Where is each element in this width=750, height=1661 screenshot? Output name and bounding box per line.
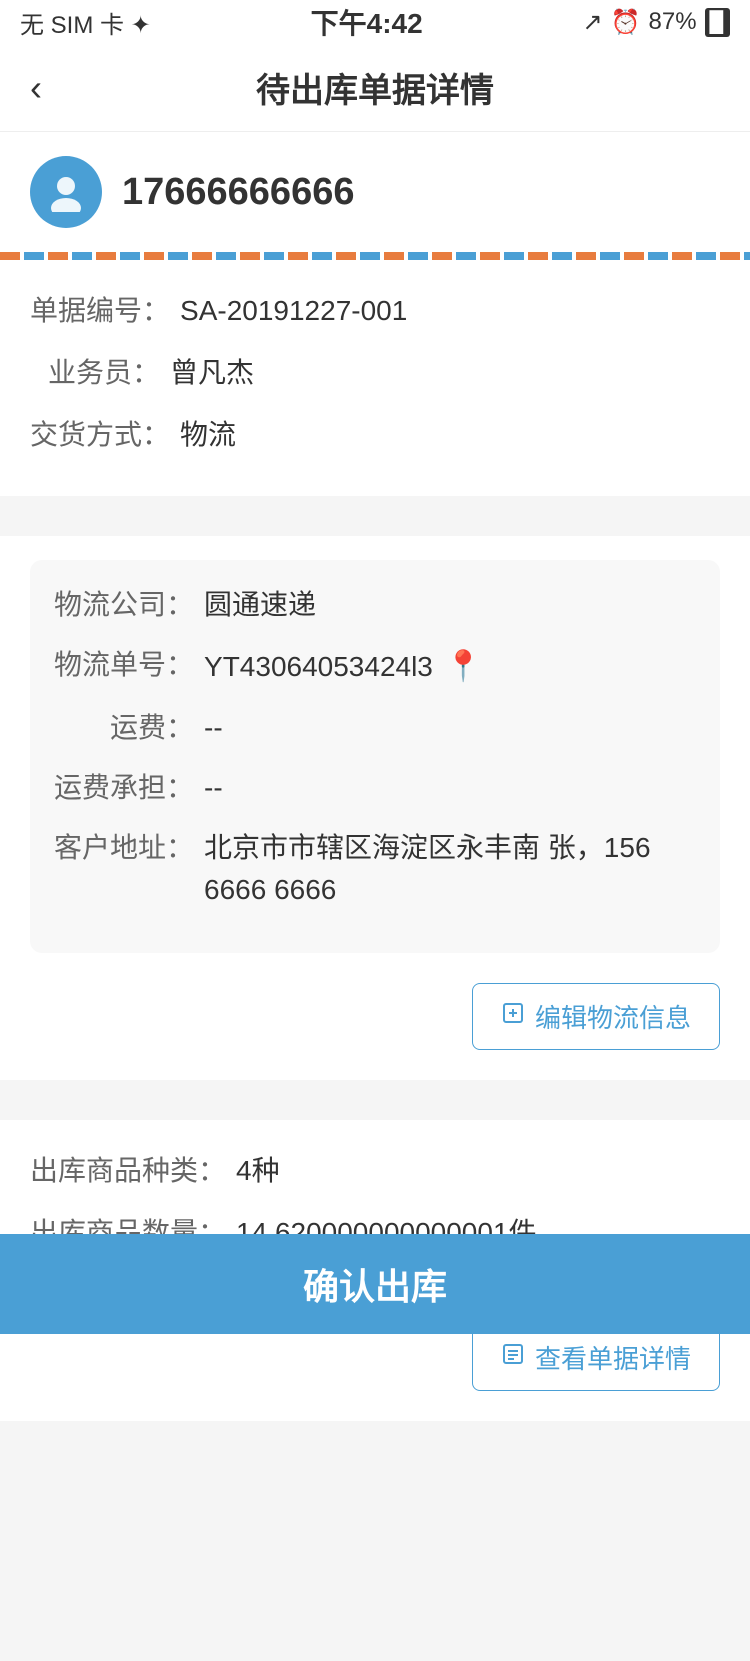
logistics-section: 物流公司： 圆通速递 物流单号： YT43064053424l3 📍 运费： -… — [0, 536, 750, 1080]
freight-value: -- — [194, 707, 696, 749]
tracking-no-value: YT43064053424l3 📍 — [194, 644, 696, 689]
product-type-value: 4种 — [226, 1150, 720, 1192]
edit-logistics-label: 编辑物流信息 — [535, 998, 691, 1035]
gray-divider-2 — [0, 1100, 750, 1120]
confirm-button[interactable]: 确认出库 — [0, 1234, 750, 1334]
product-type-label: 出库商品种类： — [30, 1150, 226, 1192]
nav-bar: ‹ 待出库单据详情 — [0, 44, 750, 132]
sales-person-label: 业务员： — [30, 352, 160, 394]
confirm-label: 确认出库 — [303, 1258, 447, 1310]
map-pin-icon[interactable]: 📍 — [445, 644, 482, 689]
battery-level: 87% — [649, 8, 697, 36]
avatar — [30, 156, 102, 228]
address-value: 北京市市辖区海淀区永丰南 张，156 6666 6666 — [194, 827, 696, 911]
status-right: ↗ ⏰ 87% ▉ — [583, 8, 730, 37]
status-left: 无 SIM 卡 ✦ — [20, 5, 151, 40]
freight-bearer-label: 运费承担： — [54, 767, 194, 809]
sim-status: 无 SIM 卡 ✦ — [20, 5, 151, 40]
logistics-company-label: 物流公司： — [54, 584, 194, 626]
document-no-label: 单据编号： — [30, 290, 170, 332]
document-icon — [501, 1342, 525, 1373]
gray-divider-1 — [0, 516, 750, 536]
customer-header: 17666666666 — [0, 132, 750, 252]
edit-logistics-container: 编辑物流信息 — [0, 973, 750, 1080]
customer-phone: 17666666666 — [122, 171, 354, 214]
freight-bearer-row: 运费承担： -- — [54, 767, 696, 809]
tracking-no-row: 物流单号： YT43064053424l3 📍 — [54, 644, 696, 689]
tracking-no-label: 物流单号： — [54, 644, 194, 686]
view-details-button[interactable]: 查看单据详情 — [472, 1324, 720, 1391]
product-type-row: 出库商品种类： 4种 — [30, 1150, 720, 1192]
status-time: 下午4:42 — [311, 2, 423, 42]
document-no-value: SA-20191227-001 — [170, 290, 720, 332]
delivery-method-value: 物流 — [170, 414, 720, 456]
address-row: 客户地址： 北京市市辖区海淀区永丰南 张，156 6666 6666 — [54, 827, 696, 911]
freight-bearer-value: -- — [194, 767, 696, 809]
battery-icon: ▉ — [705, 8, 730, 37]
edit-icon — [501, 1001, 525, 1032]
spacer — [0, 1441, 750, 1661]
logistics-card: 物流公司： 圆通速递 物流单号： YT43064053424l3 📍 运费： -… — [30, 560, 720, 953]
back-button[interactable]: ‹ — [30, 67, 42, 109]
page-title: 待出库单据详情 — [256, 63, 494, 112]
alarm-icon: ⏰ — [611, 8, 641, 37]
address-label: 客户地址： — [54, 827, 194, 869]
dashed-separator — [0, 252, 750, 260]
edit-logistics-button[interactable]: 编辑物流信息 — [472, 983, 720, 1050]
freight-row: 运费： -- — [54, 707, 696, 749]
sales-person-row: 业务员： 曾凡杰 — [30, 352, 720, 394]
freight-label: 运费： — [54, 707, 194, 749]
view-details-label: 查看单据详情 — [535, 1339, 691, 1376]
logistics-company-row: 物流公司： 圆通速递 — [54, 584, 696, 626]
logistics-company-value: 圆通速递 — [194, 584, 696, 626]
status-bar: 无 SIM 卡 ✦ 下午4:42 ↗ ⏰ 87% ▉ — [0, 0, 750, 44]
basic-info-section: 单据编号： SA-20191227-001 业务员： 曾凡杰 交货方式： 物流 — [0, 260, 750, 496]
delivery-method-label: 交货方式： — [30, 414, 170, 456]
location-status-icon: ↗ — [583, 8, 603, 37]
sales-person-value: 曾凡杰 — [160, 352, 720, 394]
delivery-method-row: 交货方式： 物流 — [30, 414, 720, 456]
document-no-row: 单据编号： SA-20191227-001 — [30, 290, 720, 332]
